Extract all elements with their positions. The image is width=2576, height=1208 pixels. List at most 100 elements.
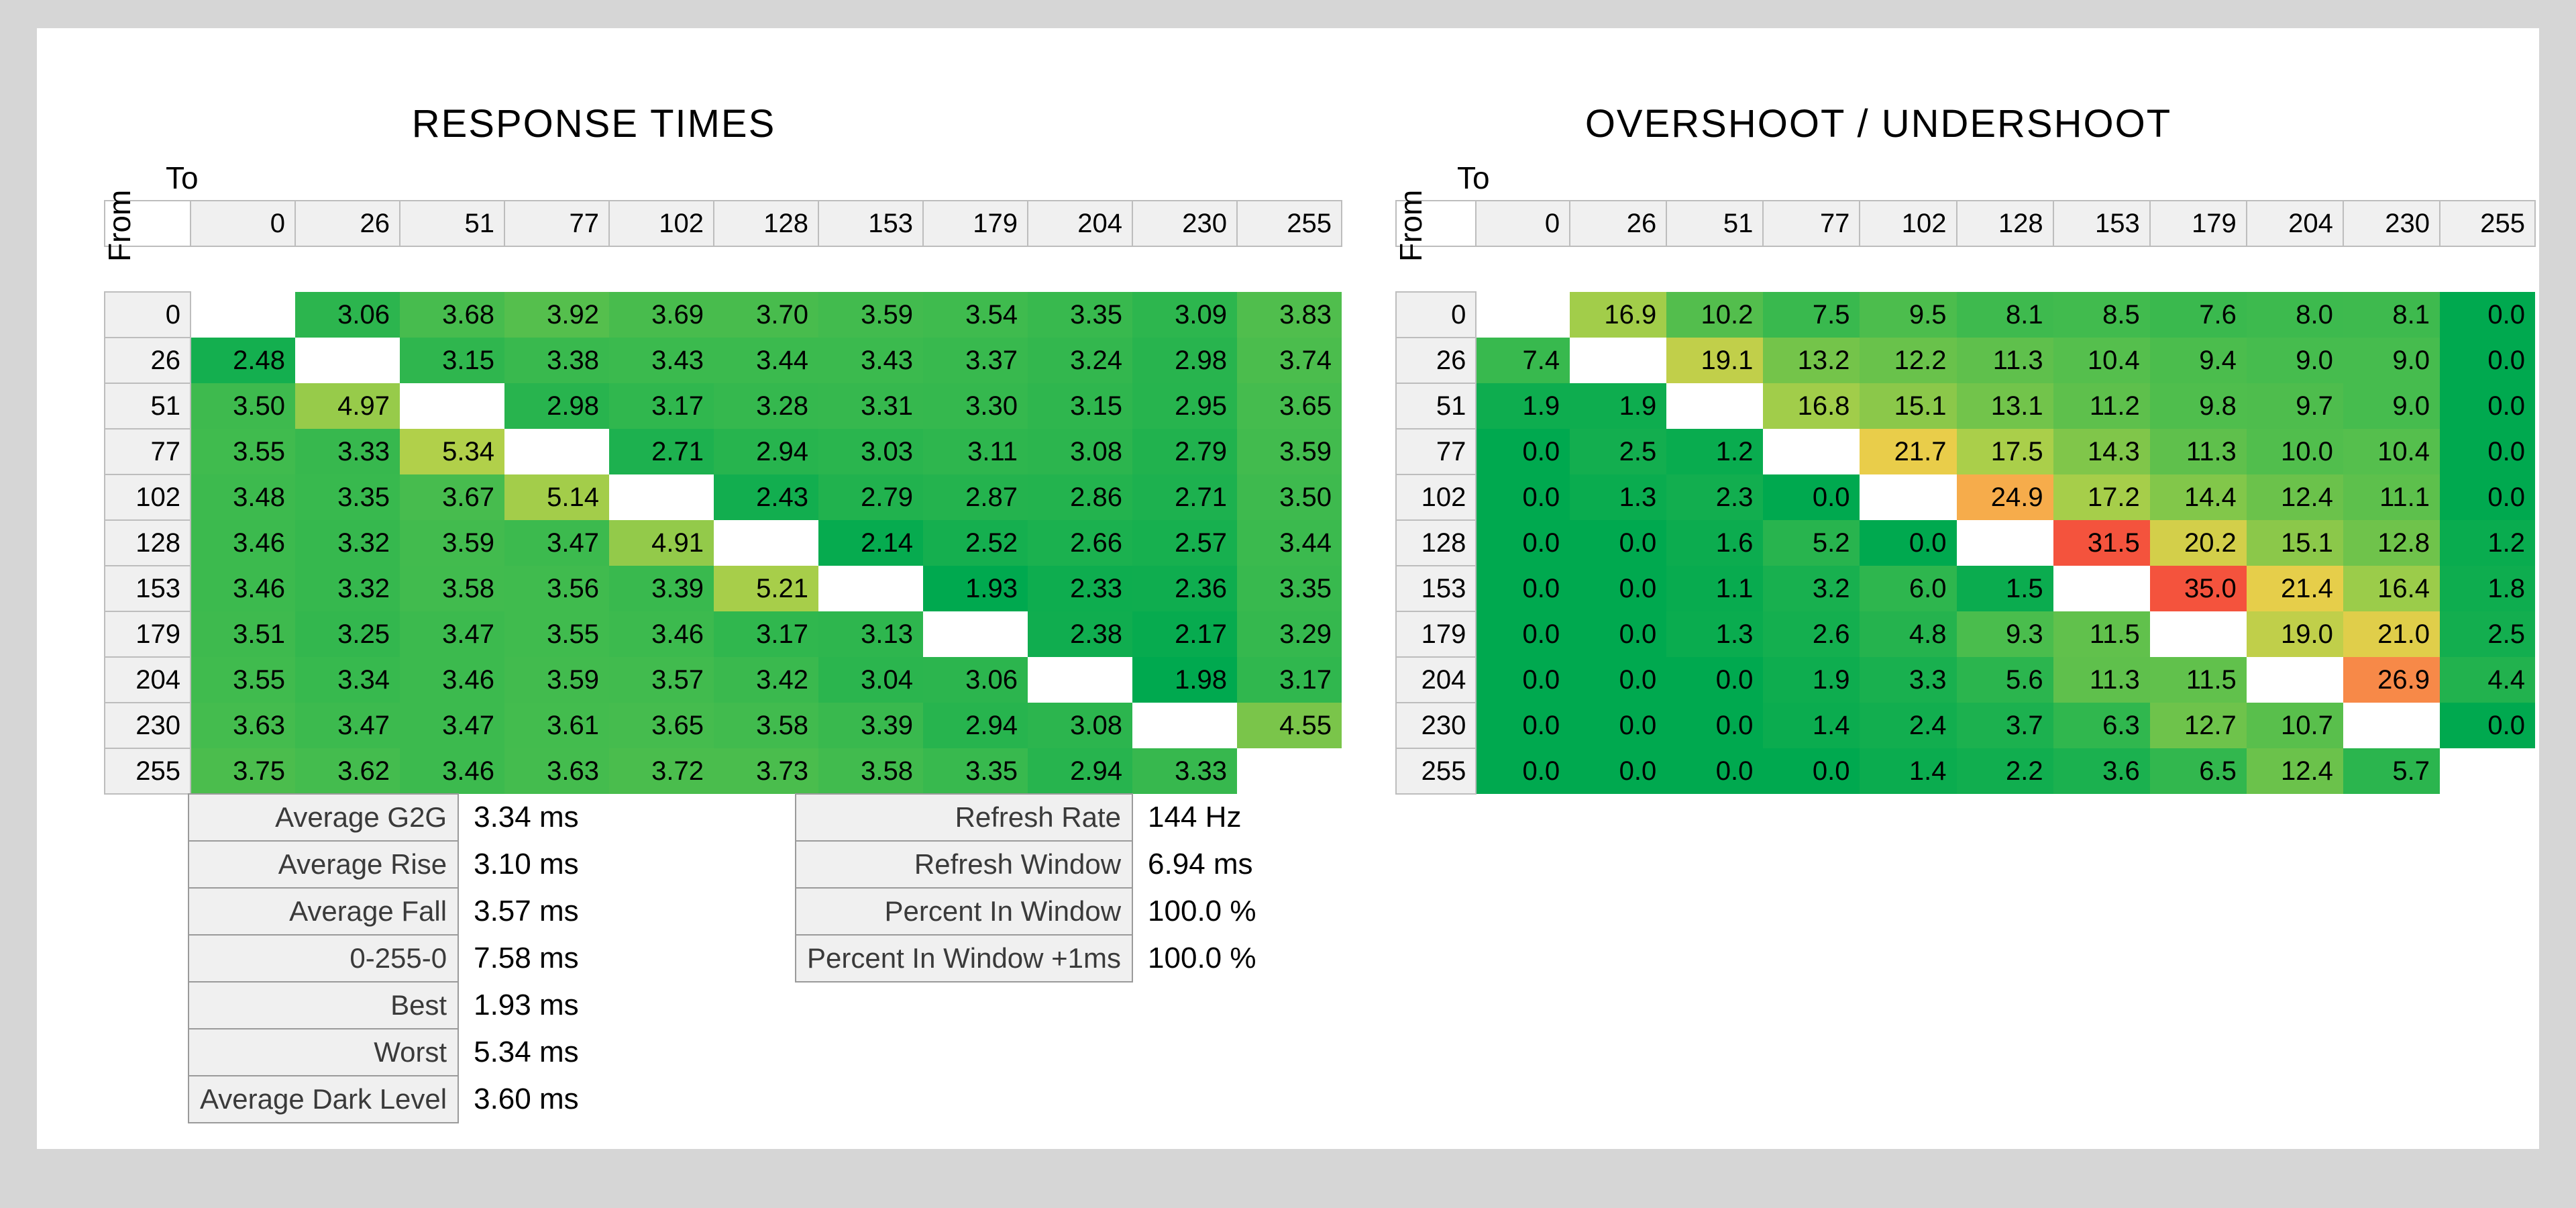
matrix-cell: 12.4 — [2246, 474, 2343, 520]
matrix-cell: 3.73 — [714, 748, 818, 794]
matrix-cell: 11.3 — [1956, 338, 2053, 383]
matrix-cell: 2.86 — [1028, 474, 1132, 520]
matrix-cell: 9.4 — [2149, 338, 2247, 383]
matrix-cell: 3.34 — [295, 657, 400, 703]
matrix-cell: 24.9 — [1956, 474, 2053, 520]
column-header-128: 128 — [1955, 200, 2054, 247]
matrix-cell: 3.47 — [400, 703, 504, 748]
table-row: 26 2.48 3.15 3.38 3.43 3.44 3.43 3.37 3.24 2.98 3.… — [104, 337, 1342, 384]
matrix-cell: 12.7 — [2149, 703, 2247, 748]
matrix-cell: 3.32 — [295, 566, 400, 611]
stat-value: 100.0 % — [1148, 895, 1256, 927]
row-header-102: 102 — [104, 474, 191, 521]
matrix-cell: 2.3 — [1666, 474, 1764, 520]
stat-row: Average Rise 3.10 ms — [187, 840, 590, 889]
matrix-cell: 1.1 — [1666, 566, 1764, 611]
stats-table: Average G2G 3.34 ms Average Rise 3.10 ms Ave… — [187, 793, 591, 1123]
matrix-cell: 3.92 — [504, 292, 609, 338]
matrix-cell: 2.87 — [923, 474, 1028, 520]
stat-value: 3.60 ms — [474, 1083, 579, 1115]
matrix-cell: 10.4 — [2053, 338, 2150, 383]
matrix-cell: 1.9 — [1763, 657, 1860, 703]
matrix-cell: 14.4 — [2149, 474, 2247, 520]
table-row: 77 3.55 3.33 5.34 2.71 2.94 3.03 3.11 3.08 2.79 3.… — [104, 428, 1342, 475]
column-header-230: 230 — [2342, 200, 2441, 247]
matrix-cell: 3.29 — [1237, 611, 1342, 657]
matrix-cell: 7.4 — [1476, 338, 1570, 383]
matrix-cell-blank — [1956, 520, 2053, 566]
matrix-cell: 10.4 — [2343, 429, 2440, 474]
column-header-128: 128 — [713, 200, 819, 247]
matrix-cell: 3.15 — [1028, 383, 1132, 429]
table-row: 255 0.0 0.0 0.0 0.0 1.4 2.2 3.6 6.5 12.4 5.7 — [1395, 748, 2535, 795]
row-header-230: 230 — [104, 702, 191, 749]
matrix-cell: 1.98 — [1132, 657, 1237, 703]
matrix-cell: 1.9 — [1476, 383, 1570, 429]
to-axis-label: To — [1457, 160, 1490, 195]
matrix-cell: 0.0 — [1476, 429, 1570, 474]
matrix-cell: 3.72 — [609, 748, 714, 794]
column-header-230: 230 — [1132, 200, 1238, 247]
matrix-cell: 3.35 — [295, 474, 400, 520]
matrix-cell: 1.2 — [2440, 520, 2535, 566]
table-row: 0 3.06 3.68 3.92 3.69 3.70 3.59 3.54 3.35 3.09 3.8… — [104, 291, 1342, 338]
matrix-cell: 1.4 — [1860, 748, 1957, 794]
stat-value: 6.94 ms — [1148, 848, 1253, 880]
stat-label: 0-255-0 — [187, 934, 460, 983]
matrix-cell: 2.94 — [714, 429, 818, 474]
from-axis-label: From — [102, 189, 137, 262]
matrix-cell: 0.0 — [2440, 338, 2535, 383]
column-header-51: 51 — [399, 200, 505, 247]
matrix-cell: 3.43 — [609, 338, 714, 383]
matrix-cell: 3.6 — [2053, 748, 2150, 794]
matrix-cell-blank — [1570, 338, 1667, 383]
matrix-cell: 15.1 — [1860, 383, 1957, 429]
matrix-cell: 0.0 — [1666, 703, 1764, 748]
response-times-title: RESPONSE TIMES — [411, 101, 776, 146]
matrix-cell: 3.35 — [1028, 292, 1132, 338]
matrix-cell: 0.0 — [1476, 566, 1570, 611]
matrix-cell: 3.59 — [1237, 429, 1342, 474]
matrix-cell: 3.58 — [400, 566, 504, 611]
matrix-cell: 10.2 — [1666, 292, 1764, 338]
stat-label: Average Dark Level — [187, 1075, 460, 1123]
matrix-cell: 11.1 — [2343, 474, 2440, 520]
matrix-cell: 0.0 — [1570, 611, 1667, 657]
row-header-204: 204 — [104, 656, 191, 703]
matrix-cell: 16.4 — [2343, 566, 2440, 611]
matrix-cell: 21.0 — [2343, 611, 2440, 657]
column-header-179: 179 — [922, 200, 1028, 247]
stat-row: Worst 5.34 ms — [187, 1028, 590, 1076]
matrix-cell: 2.79 — [1132, 429, 1237, 474]
stat-row: Average G2G 3.34 ms — [187, 793, 590, 842]
matrix-cell: 9.8 — [2149, 383, 2247, 429]
matrix-cell: 3.46 — [191, 520, 295, 566]
matrix-cell: 2.71 — [609, 429, 714, 474]
overshoot-undershoot-title: OVERSHOOT / UNDERSHOOT — [1585, 101, 2172, 146]
matrix-cell: 3.61 — [504, 703, 609, 748]
column-header-204: 204 — [1027, 200, 1133, 247]
stat-label: Best — [187, 981, 460, 1029]
matrix-cell: 3.48 — [191, 474, 295, 520]
matrix-cell: 0.0 — [2440, 474, 2535, 520]
matrix-cell: 0.0 — [1570, 657, 1667, 703]
matrix-cell: 2.36 — [1132, 566, 1237, 611]
matrix-cell: 4.8 — [1860, 611, 1957, 657]
column-header-77: 77 — [504, 200, 610, 247]
matrix-cell-blank — [1666, 383, 1764, 429]
matrix-cell-blank — [400, 383, 504, 429]
matrix-cell: 12.8 — [2343, 520, 2440, 566]
table-row: 153 3.46 3.32 3.58 3.56 3.39 5.21 1.93 2.33 2.36 3… — [104, 565, 1342, 612]
column-header-153: 153 — [818, 200, 924, 247]
matrix-cell: 11.5 — [2053, 611, 2150, 657]
matrix-cell: 0.0 — [1570, 520, 1667, 566]
matrix-cell: 3.58 — [818, 748, 923, 794]
matrix-cell: 3.55 — [504, 611, 609, 657]
matrix-cell: 3.17 — [1237, 657, 1342, 703]
matrix-cell: 19.1 — [1666, 338, 1764, 383]
matrix-cell: 3.50 — [191, 383, 295, 429]
table-row: 153 0.0 0.0 1.1 3.2 6.0 1.5 35.0 21.4 16.4 1.8 — [1395, 565, 2535, 612]
matrix-cell: 10.7 — [2246, 703, 2343, 748]
row-header-179: 179 — [1395, 611, 1477, 658]
row-header-102: 102 — [1395, 474, 1477, 521]
